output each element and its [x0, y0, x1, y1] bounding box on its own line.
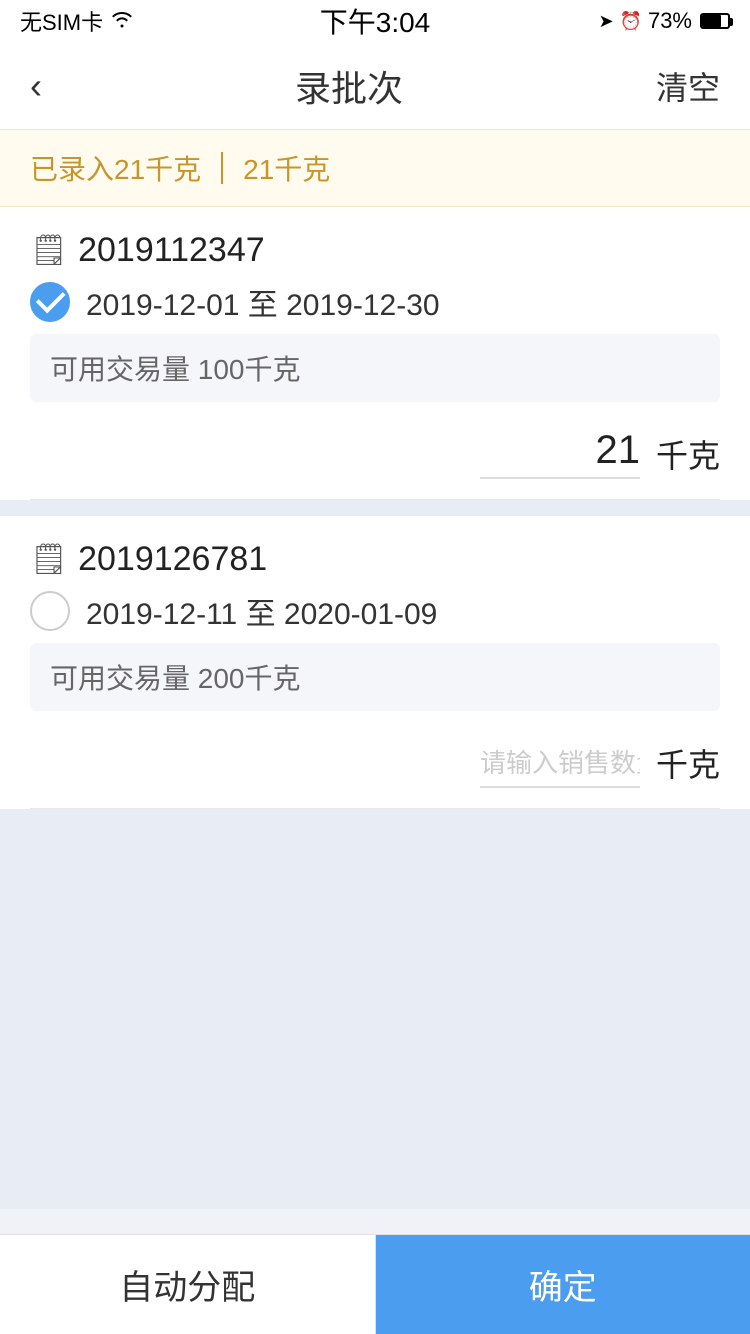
alarm-icon: ⏰: [620, 11, 642, 32]
batch-2-radio[interactable]: [30, 591, 70, 631]
batch-2-available: 可用交易量 200千克: [30, 643, 720, 711]
total-label: 21千克: [243, 148, 330, 188]
battery-icon: [700, 13, 730, 29]
batch-1-id: 2019112347: [78, 231, 265, 270]
batch-1-date-row: 2019-12-01 至 2019-12-30: [0, 280, 750, 334]
batch-2-qty-unit: 千克: [656, 740, 720, 786]
batch-1-icon: 🗒: [30, 233, 68, 268]
batch-1-available: 可用交易量 100千克: [30, 334, 720, 402]
batch-2-icon: 🗒: [30, 542, 68, 577]
batch-2-qty-row: 千克: [0, 727, 750, 808]
batch-2-date-row: 2019-12-11 至 2020-01-09: [0, 589, 750, 643]
batch-1-qty-row: 千克: [0, 418, 750, 499]
carrier-label: 无SIM卡: [20, 5, 103, 37]
bottom-area: [0, 809, 750, 1209]
batch-2-header: 🗒 2019126781: [0, 516, 750, 589]
batch-1-header: 🗒 2019112347: [0, 207, 750, 280]
confirm-button[interactable]: 确定: [376, 1235, 750, 1334]
nav-bar: ‹ 录批次 清空: [0, 42, 750, 130]
status-left: 无SIM卡: [20, 5, 133, 37]
info-divider: [221, 152, 223, 184]
status-bar: 无SIM卡 下午3:04 ➤ ⏰ 73%: [0, 0, 750, 42]
footer: 自动分配 确定: [0, 1234, 750, 1334]
batch-2-date: 2019-12-11 至 2020-01-09: [86, 589, 437, 633]
clear-button[interactable]: 清空: [656, 63, 720, 109]
info-bar: 已录入21千克 21千克: [0, 130, 750, 207]
batch-1-radio[interactable]: [30, 282, 70, 322]
location-icon: ➤: [598, 11, 613, 32]
separator-1: [0, 500, 750, 516]
auto-distribute-button[interactable]: 自动分配: [0, 1235, 376, 1334]
page-title: 录批次: [295, 60, 403, 112]
batch-1-qty-unit: 千克: [656, 431, 720, 477]
batch-card-1: 🗒 2019112347 2019-12-01 至 2019-12-30 可用交…: [0, 207, 750, 500]
time-label: 下午3:04: [320, 1, 431, 41]
batch-1-qty-input[interactable]: [480, 428, 640, 479]
battery-label: 73%: [648, 8, 692, 34]
back-button[interactable]: ‹: [30, 65, 42, 107]
batch-2-id: 2019126781: [78, 540, 267, 579]
batch-2-qty-input[interactable]: [480, 737, 640, 788]
batch-card-2: 🗒 2019126781 2019-12-11 至 2020-01-09 可用交…: [0, 516, 750, 809]
batch-1-date: 2019-12-01 至 2019-12-30: [86, 280, 440, 324]
status-right: ➤ ⏰ 73%: [598, 8, 730, 34]
wifi-icon: [111, 8, 133, 34]
entered-label: 已录入21千克: [30, 148, 201, 188]
